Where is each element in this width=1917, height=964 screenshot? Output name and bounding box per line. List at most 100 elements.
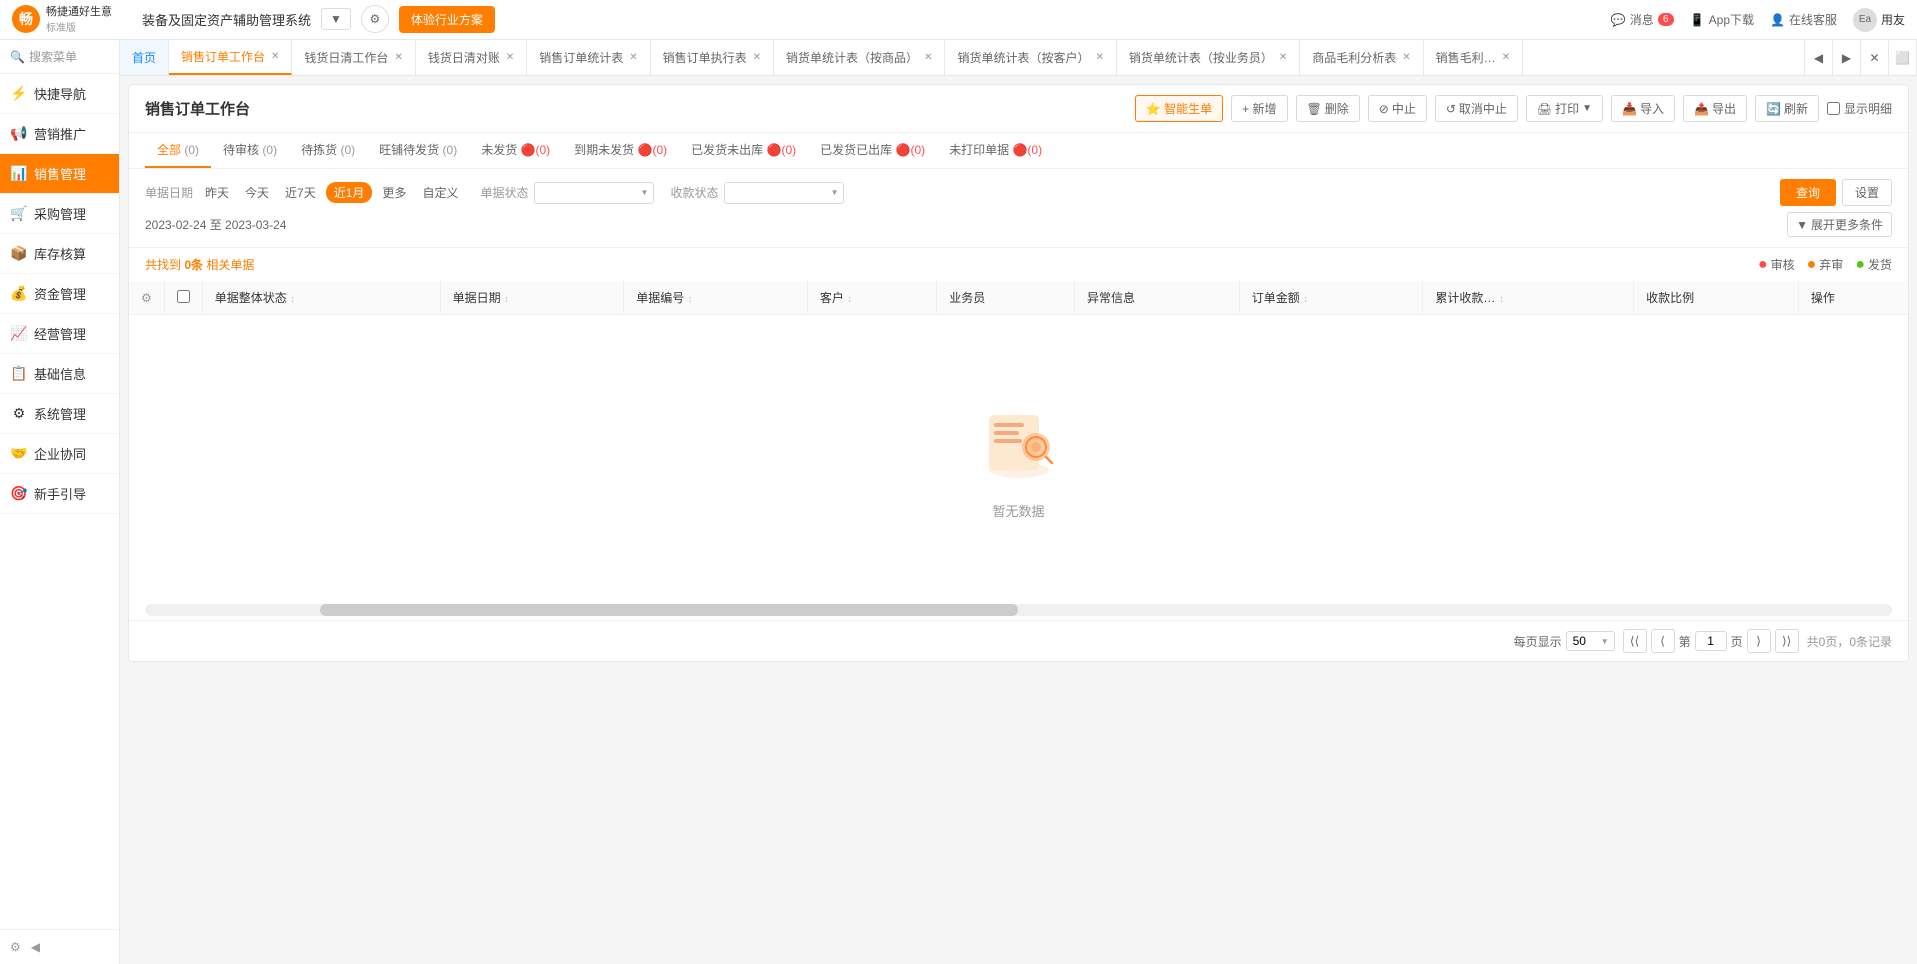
tab-scroll-left[interactable]: ◀: [1805, 40, 1833, 75]
th-order-amount[interactable]: 订单金额: [1239, 281, 1423, 315]
sidebar-item-sales[interactable]: 📊 销售管理: [0, 154, 119, 194]
first-page-btn[interactable]: ⟨⟨: [1623, 629, 1647, 653]
page-size-select[interactable]: 10 20 50 100: [1566, 631, 1615, 651]
sidebar-item-operations[interactable]: 📈 经营管理: [0, 314, 119, 354]
ship-op[interactable]: ● 发货: [1855, 256, 1892, 273]
next-page-btn[interactable]: ⟩: [1747, 629, 1771, 653]
tab-sales-exec-close[interactable]: ✕: [753, 52, 761, 63]
messages-action[interactable]: 💬 消息 6: [1611, 11, 1674, 28]
date-option-more[interactable]: 更多: [376, 182, 412, 203]
tab-close-all[interactable]: ✕: [1861, 40, 1889, 75]
sidebar-collapse-btn[interactable]: ◀: [31, 940, 40, 954]
smart-bill-button[interactable]: ⭐ 智能生单: [1135, 95, 1223, 122]
tab-scroll-right[interactable]: ▶: [1833, 40, 1861, 75]
tab-sales-stat-close[interactable]: ✕: [629, 52, 637, 63]
date-option-today[interactable]: 今天: [239, 182, 275, 203]
tab-sales-by-customer[interactable]: 销货单统计表（按客户） ✕: [945, 40, 1116, 75]
date-option-1month[interactable]: 近1月: [326, 182, 373, 203]
sidebar-item-purchase[interactable]: 🛒 采购管理: [0, 194, 119, 234]
th-collected[interactable]: 累计收款…: [1423, 281, 1634, 315]
refresh-button[interactable]: 🔄 刷新: [1755, 95, 1819, 122]
th-bill-status[interactable]: 单据整体状态: [202, 281, 440, 315]
tab-gross-profit[interactable]: 商品毛利分析表 ✕: [1300, 40, 1423, 75]
sidebar-item-nav[interactable]: ⚡ 快捷导航: [0, 74, 119, 114]
print-button[interactable]: 🖨 打印 ▼: [1526, 95, 1603, 122]
sub-tab-shipped-not-out[interactable]: 已发货未出库 🔴(0): [679, 133, 808, 168]
sidebar-settings-btn[interactable]: ⚙: [10, 940, 21, 954]
tab-cash-daily[interactable]: 钱货日清工作台 ✕: [292, 40, 415, 75]
sub-tab-pending-pick[interactable]: 待拣货 (0): [289, 133, 367, 168]
tab-by-customer-close[interactable]: ✕: [1095, 52, 1103, 63]
th-staff[interactable]: 业务员: [937, 281, 1075, 315]
delete-button[interactable]: 🗑 删除: [1296, 95, 1360, 122]
add-button[interactable]: + 新增: [1231, 95, 1287, 122]
tab-sales-by-staff[interactable]: 销货单统计表（按业务员） ✕: [1117, 40, 1300, 75]
status-select[interactable]: [534, 182, 654, 204]
tab-by-goods-close[interactable]: ✕: [924, 52, 932, 63]
online-service-action[interactable]: 👤 在线客服: [1770, 11, 1837, 28]
date-option-custom[interactable]: 自定义: [416, 182, 464, 203]
sidebar-item-system[interactable]: ⚙ 系统管理: [0, 394, 119, 434]
sidebar-search[interactable]: 🔍 搜索菜单: [0, 40, 119, 74]
export-button[interactable]: 📤 导出: [1683, 95, 1747, 122]
show-detail-check[interactable]: [1827, 102, 1840, 115]
tab-sales-exec[interactable]: 销售订单执行表 ✕: [651, 40, 774, 75]
tab-by-staff-close[interactable]: ✕: [1279, 52, 1287, 63]
user-area[interactable]: Ea 用友: [1853, 8, 1905, 32]
sidebar-item-inventory[interactable]: 📦 库存核算: [0, 234, 119, 274]
sidebar-item-finance[interactable]: 💰 资金管理: [0, 274, 119, 314]
horizontal-scrollbar[interactable]: [145, 604, 1892, 616]
system-dropdown[interactable]: ▼: [321, 8, 351, 30]
prev-page-btn[interactable]: ⟨: [1651, 629, 1675, 653]
sub-tab-shipped-out[interactable]: 已发货已出库 🔴(0): [808, 133, 937, 168]
sub-tab-all[interactable]: 全部 (0): [145, 133, 211, 168]
sidebar-item-marketing[interactable]: 📢 营销推广: [0, 114, 119, 154]
scroll-thumb[interactable]: [320, 604, 1019, 616]
tab-cash-daily-close[interactable]: ✕: [394, 52, 402, 63]
cancel-stop-button[interactable]: ↺ 取消中止: [1435, 95, 1518, 122]
tab-sales-margin-close[interactable]: ✕: [1502, 52, 1510, 63]
tab-gross-profit-close[interactable]: ✕: [1402, 52, 1410, 63]
tab-maximize[interactable]: ⬜: [1889, 40, 1917, 75]
sidebar-item-basic[interactable]: 📋 基础信息: [0, 354, 119, 394]
date-option-yesterday[interactable]: 昨天: [199, 182, 235, 203]
tab-home[interactable]: 首页: [120, 40, 169, 75]
sub-tab-not-printed[interactable]: 未打印单据 🔴(0): [937, 133, 1054, 168]
industry-button[interactable]: 体验行业方案: [399, 6, 495, 33]
sub-tab-wangpu-ship[interactable]: 旺铺待发货 (0): [367, 133, 469, 168]
th-gear[interactable]: ⚙: [129, 281, 164, 315]
tab-sales-stat[interactable]: 销售订单统计表 ✕: [527, 40, 650, 75]
sidebar-item-collab[interactable]: 🤝 企业协同: [0, 434, 119, 474]
tab-sales-order[interactable]: 销售订单工作台 ✕: [169, 40, 292, 75]
th-bill-date[interactable]: 单据日期: [440, 281, 624, 315]
tab-bar: 首页 销售订单工作台 ✕ 钱货日清工作台 ✕ 钱货日清对账 ✕ 销售订单统计表 …: [120, 40, 1917, 76]
date-option-7days[interactable]: 近7天: [279, 182, 322, 203]
page-number-input[interactable]: [1695, 631, 1727, 651]
select-all-checkbox[interactable]: [177, 290, 190, 303]
tab-reconcile[interactable]: 钱货日清对账 ✕: [416, 40, 527, 75]
last-page-btn[interactable]: ⟩⟩: [1775, 629, 1799, 653]
tab-sales-margin[interactable]: 销售毛利… ✕: [1424, 40, 1523, 75]
app-download-action[interactable]: 📱 App下载: [1690, 11, 1754, 28]
import-button[interactable]: 📥 导入: [1611, 95, 1675, 122]
review-op[interactable]: ● 审核: [1758, 256, 1795, 273]
show-detail-checkbox[interactable]: 显示明细: [1827, 100, 1892, 117]
settings-button[interactable]: 设置: [1842, 179, 1892, 206]
sub-tab-pending-review[interactable]: 待审核 (0): [211, 133, 289, 168]
stop-button[interactable]: ⊘ 中止: [1368, 95, 1427, 122]
th-checkbox[interactable]: [164, 281, 202, 315]
review-dot: ●: [1758, 257, 1768, 273]
query-button[interactable]: 查询: [1780, 179, 1836, 206]
sidebar-item-guide[interactable]: 🎯 新手引导: [0, 474, 119, 514]
cancel-review-op[interactable]: ● 弃审: [1807, 256, 1844, 273]
settings-icon[interactable]: ⚙: [361, 5, 389, 33]
payment-select[interactable]: [724, 182, 844, 204]
sub-tab-overdue-ship[interactable]: 到期未发货 🔴(0): [562, 133, 679, 168]
tab-reconcile-close[interactable]: ✕: [506, 52, 514, 63]
expand-filters-button[interactable]: ▼ 展开更多条件: [1787, 212, 1892, 237]
tab-sales-order-close[interactable]: ✕: [271, 51, 279, 62]
th-customer[interactable]: 客户: [807, 281, 936, 315]
th-bill-number[interactable]: 单据编号: [624, 281, 808, 315]
sub-tab-not-shipped[interactable]: 未发货 🔴(0): [469, 133, 562, 168]
tab-sales-by-goods[interactable]: 销货单统计表（按商品） ✕: [774, 40, 945, 75]
